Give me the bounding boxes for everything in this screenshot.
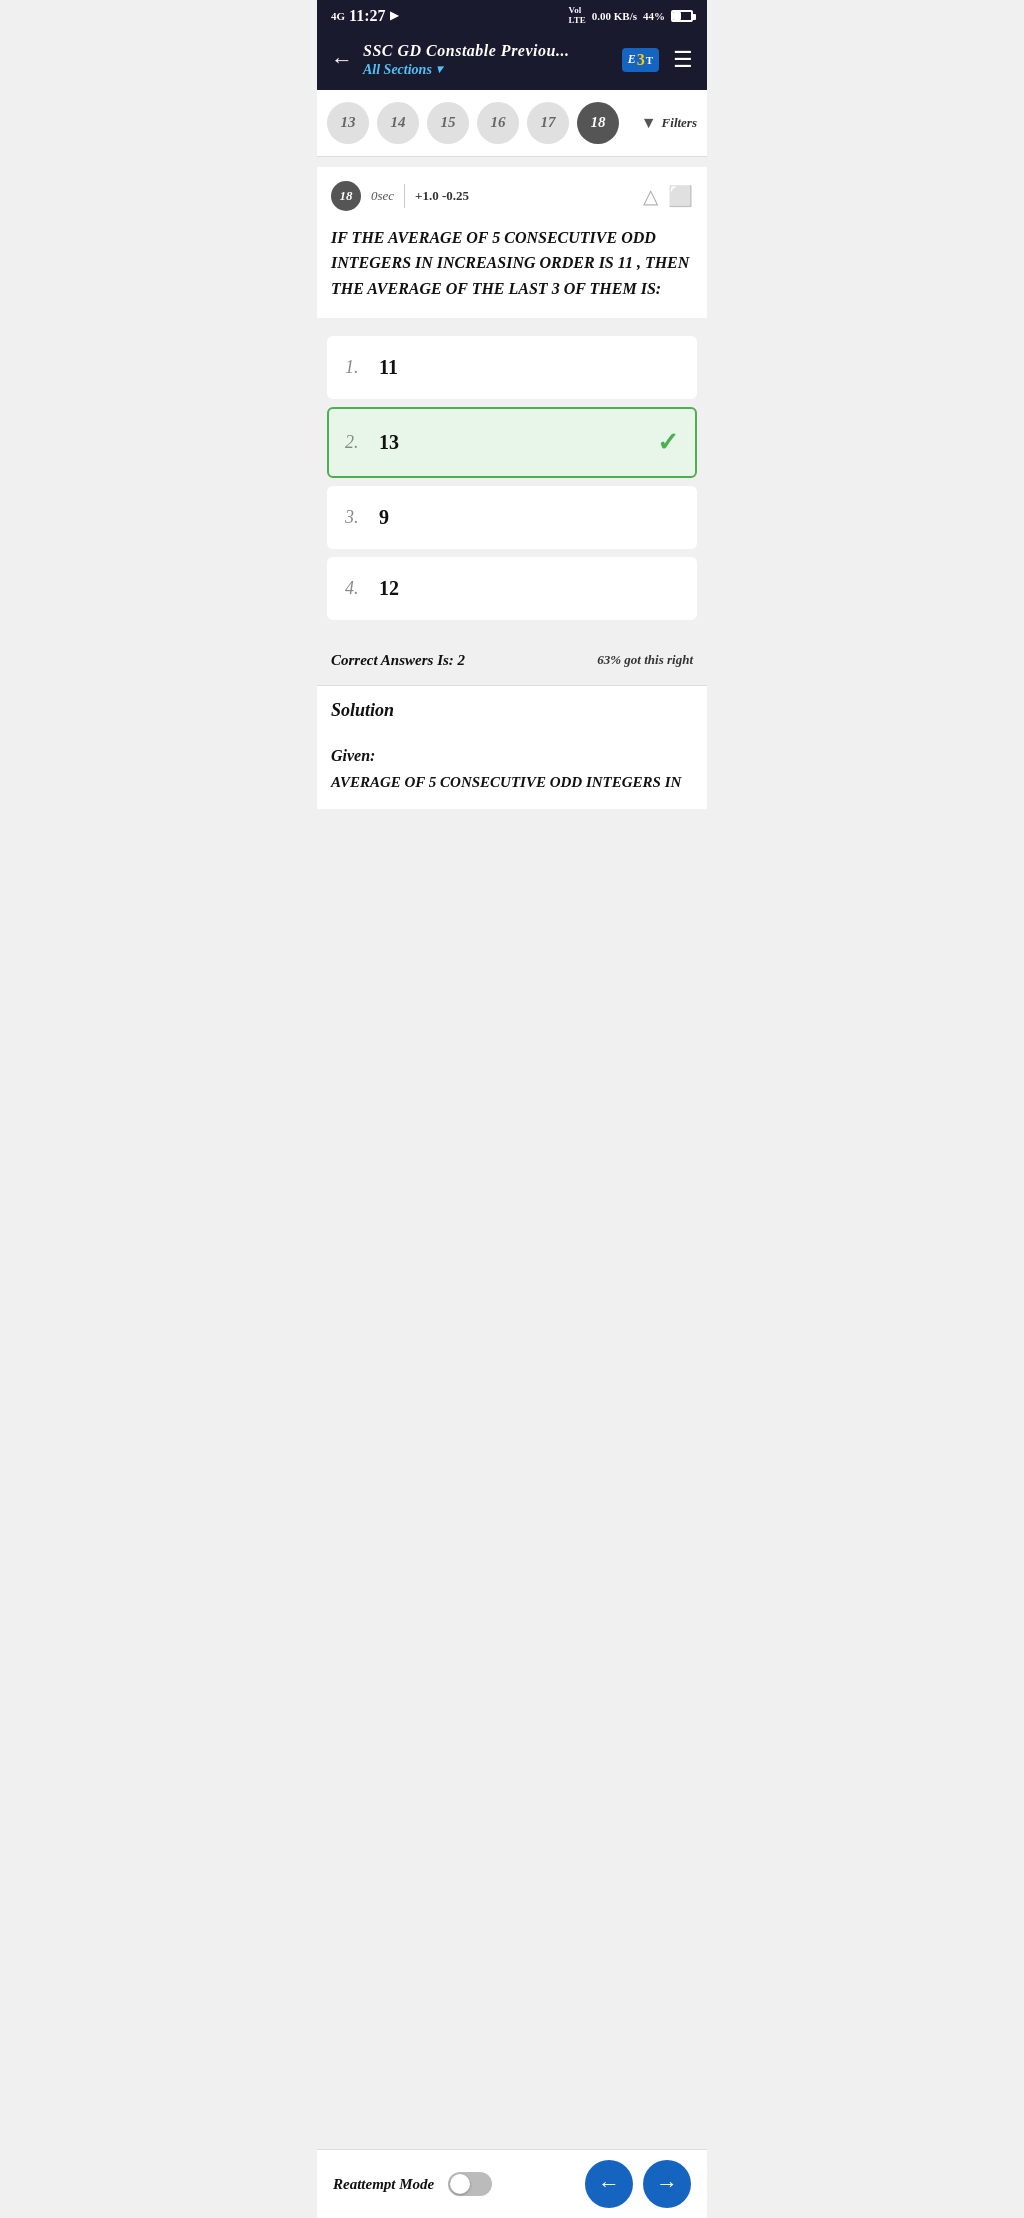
time-text: 11:27 <box>349 7 385 25</box>
status-bar: 4G 11:27 ▶ VolLTE 0.00 KB/s 44% <box>317 0 707 32</box>
option-3-num: 3. <box>345 507 365 528</box>
filter-button[interactable]: ▼ Filters <box>641 114 697 132</box>
battery-percent: 44% <box>643 10 665 22</box>
t-letter: T <box>646 54 653 66</box>
option-4[interactable]: 4. 12 <box>327 557 697 620</box>
data-speed: 0.00 KB/s <box>592 10 637 22</box>
header-icons: E 3 T ☰ <box>622 47 693 73</box>
app-title: SSC GD Constable Previou... <box>363 42 612 60</box>
header-title-area: SSC GD Constable Previou... All Sections… <box>363 42 612 78</box>
signal-text: 4G <box>331 10 345 22</box>
meta-icons: △ ⬜ <box>643 184 693 208</box>
battery-icon <box>671 10 693 22</box>
option-1-num: 1. <box>345 357 365 378</box>
nav-num-16[interactable]: 16 <box>477 102 519 144</box>
option-2-num: 2. <box>345 432 365 453</box>
header: ← SSC GD Constable Previou... All Sectio… <box>317 32 707 90</box>
status-left: 4G 11:27 ▶ <box>331 7 398 25</box>
back-button[interactable]: ← <box>331 47 353 73</box>
question-time: 0sec <box>371 188 394 204</box>
percentage-text: 63% got this right <box>597 652 693 668</box>
filter-label: Filters <box>662 115 697 131</box>
given-title: Given: <box>331 747 693 765</box>
question-number-badge: 18 <box>331 181 361 211</box>
option-4-text: 12 <box>379 577 679 600</box>
option-3-text: 9 <box>379 506 679 529</box>
nav-num-14[interactable]: 14 <box>377 102 419 144</box>
play-icon: ▶ <box>390 9 398 22</box>
given-section: Given: Average of 5 consecutive odd inte… <box>317 737 707 810</box>
option-1-text: 11 <box>379 356 679 379</box>
question-score: +1.0 -0.25 <box>415 188 469 204</box>
meta-divider <box>404 184 405 208</box>
filter-icon: ▼ <box>641 114 657 132</box>
status-right: VolLTE 0.00 KB/s 44% <box>569 6 693 26</box>
question-section: 18 0sec +1.0 -0.25 △ ⬜ If the average of… <box>317 167 707 318</box>
alert-icon[interactable]: △ <box>643 184 658 208</box>
solution-section: Solution <box>317 685 707 737</box>
correct-answer-text: Correct Answers Is: 2 <box>331 652 465 669</box>
answer-info: Correct Answers Is: 2 63% got this right <box>317 638 707 685</box>
correct-check-icon: ✓ <box>657 427 679 458</box>
bookmark-icon[interactable]: ⬜ <box>668 184 693 208</box>
nav-num-15[interactable]: 15 <box>427 102 469 144</box>
three-letter: 3 <box>637 51 645 69</box>
section-label: All Sections <box>363 62 432 78</box>
options-section: 1. 11 2. 13 ✓ 3. 9 4. 12 <box>317 318 707 638</box>
option-4-num: 4. <box>345 578 365 599</box>
option-2-text: 13 <box>379 431 643 454</box>
chevron-down-icon: ▾ <box>436 62 442 77</box>
option-1[interactable]: 1. 11 <box>327 336 697 399</box>
option-2[interactable]: 2. 13 ✓ <box>327 407 697 478</box>
given-text: Average of 5 consecutive odd integers in <box>331 771 693 794</box>
question-text: If the average of 5 consecutive odd inte… <box>331 225 693 302</box>
question-meta: 18 0sec +1.0 -0.25 △ ⬜ <box>331 181 693 211</box>
e-letter: E <box>628 52 636 67</box>
option-3[interactable]: 3. 9 <box>327 486 697 549</box>
number-navigation: 13 14 15 16 17 18 ▼ Filters <box>317 90 707 157</box>
nav-num-13[interactable]: 13 <box>327 102 369 144</box>
solution-title: Solution <box>331 700 693 721</box>
vol-lte: VolLTE <box>569 6 586 26</box>
e3t-icon[interactable]: E 3 T <box>622 48 659 72</box>
menu-button[interactable]: ☰ <box>673 47 693 73</box>
section-selector[interactable]: All Sections ▾ <box>363 62 612 78</box>
nav-num-18[interactable]: 18 <box>577 102 619 144</box>
nav-num-17[interactable]: 17 <box>527 102 569 144</box>
